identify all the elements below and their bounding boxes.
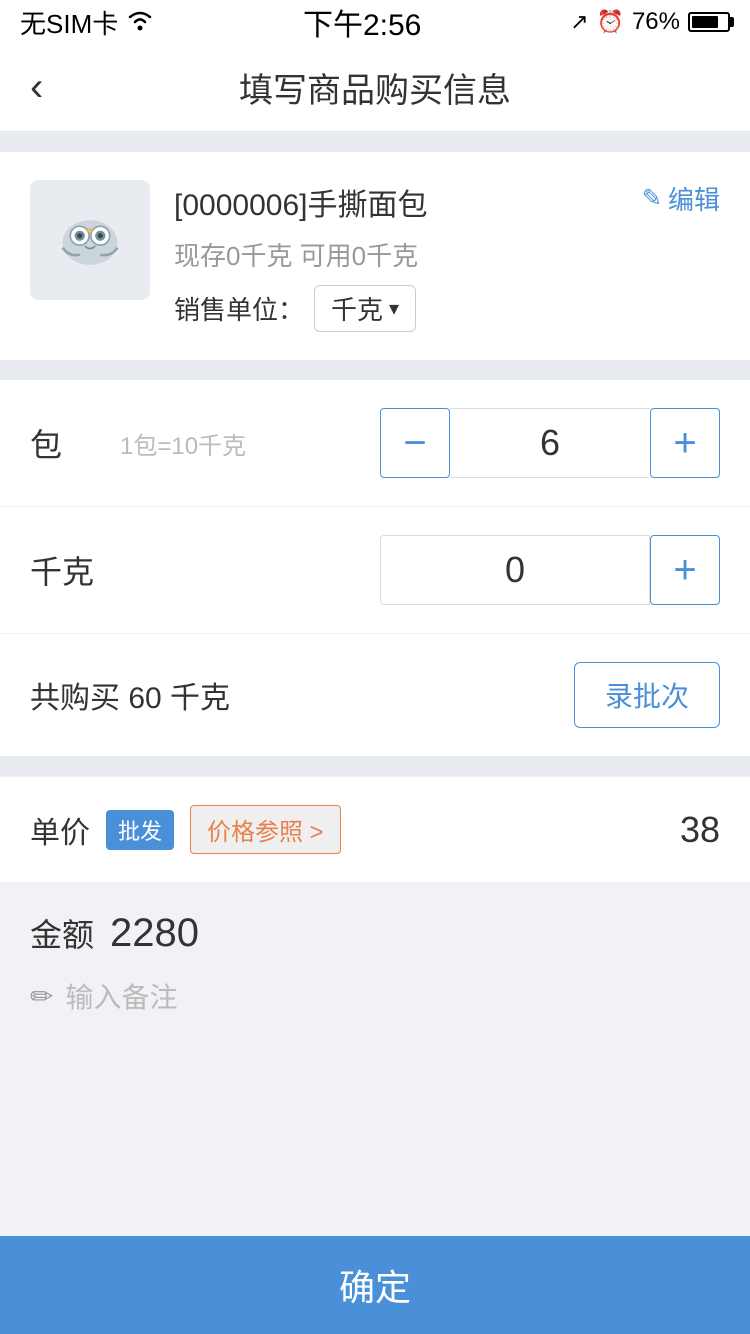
price-divider [0, 756, 750, 776]
bag-row: 包 1包=10千克 − + [0, 380, 750, 507]
product-unit: 销售单位： 千克 ▾ [174, 285, 720, 332]
batch-button[interactable]: 录批次 [574, 662, 720, 728]
carrier-label: 无SIM卡 [20, 4, 118, 41]
bag-label: 包 [30, 420, 110, 466]
location-icon: ↗ [570, 9, 588, 35]
remark-placeholder: 输入备注 [65, 976, 177, 1016]
total-row: 共购买 60 千克 录批次 [0, 634, 750, 756]
bag-minus-button[interactable]: − [380, 408, 450, 478]
product-stock: 现存0千克 可用0千克 [174, 236, 720, 273]
product-info: [0000006]手撕面包 现存0千克 可用0千克 销售单位： 千克 ▾ [174, 180, 720, 332]
kg-qty-input[interactable] [380, 535, 650, 605]
wifi-icon [126, 7, 154, 38]
remark-row[interactable]: ✏ 输入备注 [30, 976, 720, 1036]
price-label: 单价 [30, 808, 90, 852]
amount-value: 2280 [110, 911, 199, 956]
kg-plus-button[interactable]: + [650, 535, 720, 605]
status-left: 无SIM卡 [20, 4, 154, 41]
total-text: 共购买 60 千克 [30, 673, 230, 717]
battery-label: 76% [632, 8, 680, 36]
bag-qty-input[interactable] [450, 408, 650, 478]
price-section: 单价 批发 价格参照 > 38 [0, 776, 750, 882]
page-title: 填写商品购买信息 [239, 63, 511, 112]
chevron-down-icon: ▾ [389, 296, 399, 321]
bag-hint: 1包=10千克 [120, 426, 380, 461]
pencil-icon: ✏ [30, 980, 53, 1013]
top-divider [0, 132, 750, 152]
edit-icon: ✎ [642, 184, 662, 213]
product-thumbnail [30, 180, 150, 300]
nav-bar: ‹ 填写商品购买信息 [0, 44, 750, 132]
amount-label: 金额 [30, 910, 94, 956]
edit-button[interactable]: ✎ 编辑 [642, 180, 720, 217]
unit-label: 销售单位： [174, 290, 304, 327]
battery-icon [688, 12, 730, 32]
product-card: [0000006]手撕面包 现存0千克 可用0千克 销售单位： 千克 ▾ ✎ 编… [0, 152, 750, 360]
mid-divider [0, 360, 750, 380]
confirm-button[interactable]: 确定 [0, 1236, 750, 1334]
status-right: ↗ ⏰ 76% [570, 8, 730, 36]
status-time: 下午2:56 [303, 0, 421, 44]
kg-label: 千克 [30, 547, 110, 593]
back-button[interactable]: ‹ [30, 55, 53, 120]
product-logo [55, 210, 125, 270]
amount-section: 金额 2280 ✏ 输入备注 [0, 882, 750, 1236]
status-bar: 无SIM卡 下午2:56 ↗ ⏰ 76% [0, 0, 750, 44]
bag-qty-control: − + [380, 408, 720, 478]
bag-plus-button[interactable]: + [650, 408, 720, 478]
unit-select[interactable]: 千克 ▾ [314, 285, 416, 332]
amount-row: 金额 2280 [30, 910, 720, 956]
price-ref-button[interactable]: 价格参照 > [190, 805, 341, 854]
price-value: 38 [680, 809, 720, 851]
alarm-icon: ⏰ [597, 9, 624, 35]
price-tag: 批发 [106, 810, 174, 850]
kg-row: 千克 + [0, 507, 750, 634]
product-name: [0000006]手撕面包 [174, 180, 720, 224]
kg-qty-control: + [380, 535, 720, 605]
input-section: 包 1包=10千克 − + 千克 + [0, 380, 750, 634]
